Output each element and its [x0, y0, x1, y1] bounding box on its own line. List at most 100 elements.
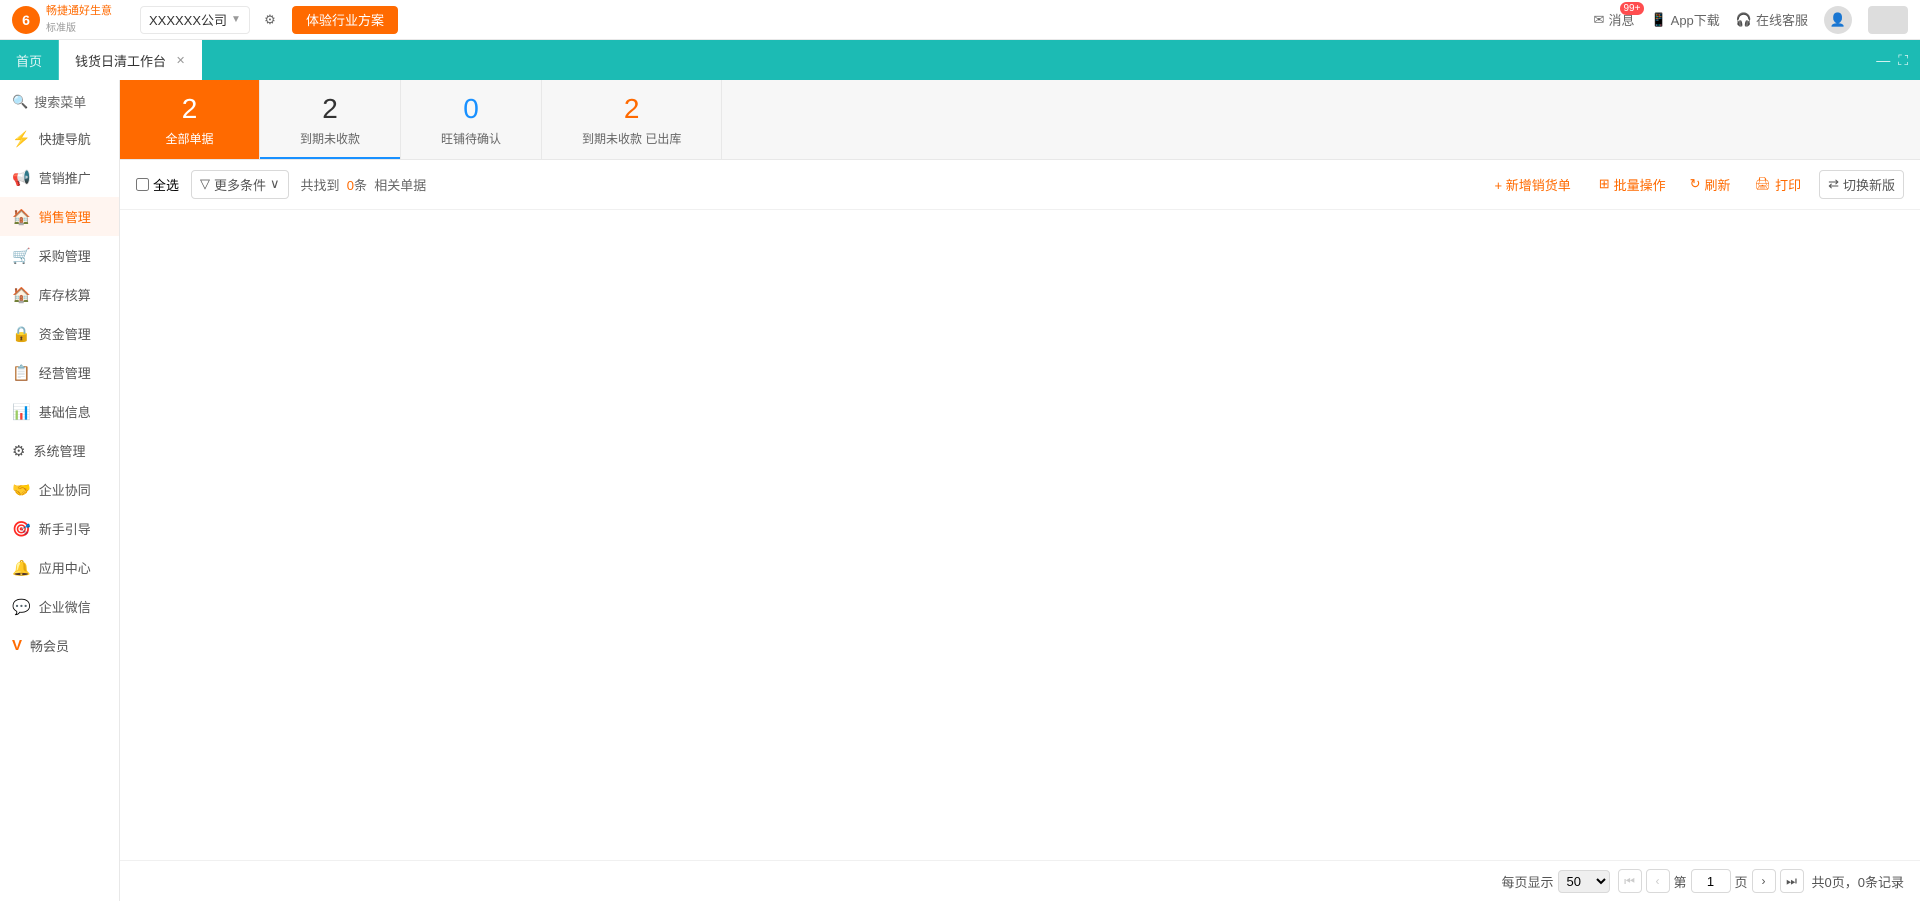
wechat-icon: 💬: [12, 598, 31, 616]
sidebar-item-wechat[interactable]: 💬 企业微信: [0, 587, 119, 626]
settings-button[interactable]: ⚙: [256, 6, 284, 34]
sidebar-item-enterprise[interactable]: 🤝 企业协同: [0, 470, 119, 509]
pagination-bar: 每页显示 50 100 ⏮ ‹ 第 页 › ⏭ 共0页，0条记录: [120, 860, 1920, 901]
sidebar-item-sales[interactable]: 🏠 销售管理: [0, 197, 119, 236]
sidebar-item-inventory[interactable]: 🏠 库存核算: [0, 275, 119, 314]
header-right: ✉ 消息 99+ 📱 App下载 🎧 在线客服 👤: [1594, 6, 1908, 34]
page-label: 第: [1674, 872, 1687, 891]
sidebar-item-purchase[interactable]: 🛒 采购管理: [0, 236, 119, 275]
next-page-button[interactable]: ›: [1752, 869, 1776, 893]
first-page-button[interactable]: ⏮: [1618, 869, 1642, 893]
guide-icon: 🎯: [12, 520, 31, 538]
tab-minimize-icon[interactable]: —: [1876, 52, 1890, 68]
chevron-down-icon: ▼: [231, 14, 241, 25]
tab-bar-actions: — ⛶: [1876, 52, 1920, 69]
toolbar: 全选 ▽ 更多条件 ∨ 共找到 0条 条相关单据 相关单据 + 新增销货单: [120, 160, 1920, 210]
chevron-icon: ∨: [270, 176, 280, 192]
toolbar-left: 全选 ▽ 更多条件 ∨ 共找到 0条 条相关单据 相关单据: [136, 170, 1472, 199]
stat-tab-all[interactable]: 2 全部单据: [120, 80, 260, 159]
sidebar-item-marketing[interactable]: 📢 营销推广: [0, 158, 119, 197]
new-sale-button[interactable]: + 新增销货单: [1484, 171, 1580, 198]
sales-icon: 🏠: [12, 208, 31, 226]
select-all-checkbox[interactable]: 全选: [136, 175, 179, 194]
batch-icon: ⊞: [1599, 176, 1610, 192]
stat-count-overdue: 2: [322, 92, 338, 126]
online-service-label: 在线客服: [1756, 10, 1808, 29]
stat-tab-overdue-shipped[interactable]: 2 到期未收款 已出库: [542, 80, 722, 159]
company-name: XXXXXX公司: [149, 10, 227, 29]
online-service-button[interactable]: 🎧 在线客服: [1736, 10, 1808, 29]
sidebar-item-appstore[interactable]: 🔔 应用中心: [0, 548, 119, 587]
content-area: 2 全部单据 2 到期未收款 0 旺铺待确认 2 到期未收款 已出库: [120, 80, 1920, 901]
stat-count-pending: 0: [463, 92, 479, 126]
toolbar-right: + 新增销货单 ⊞ 批量操作 ↻ 刷新 🖨 打印 ⇄: [1484, 170, 1904, 199]
sidebar-item-quick-nav[interactable]: ⚡ 快捷导航: [0, 119, 119, 158]
guide-label: 新手引导: [39, 519, 91, 538]
filter-button[interactable]: ▽ 更多条件 ∨: [191, 170, 289, 199]
logo-area: 6 畅捷通好生意 标准版: [12, 5, 132, 33]
inventory-label: 库存核算: [39, 285, 91, 304]
stat-count-overdue-shipped: 2: [624, 92, 640, 126]
page-input[interactable]: [1691, 869, 1731, 893]
user-icon: 👤: [1830, 12, 1846, 28]
empty-placeholder: [136, 210, 1904, 860]
switch-version-button[interactable]: ⇄ 切换新版: [1819, 170, 1904, 199]
stat-count-all: 2: [182, 92, 198, 126]
tab-maximize-icon[interactable]: ⛶: [1898, 52, 1908, 69]
sidebar-item-basic[interactable]: 📊 基础信息: [0, 392, 119, 431]
stat-tab-pending[interactable]: 0 旺铺待确认: [401, 80, 542, 159]
enterprise-icon: 🤝: [12, 481, 31, 499]
sidebar-item-member[interactable]: V 畅会员: [0, 626, 119, 665]
app-title: 畅捷通好生意: [46, 5, 112, 18]
sidebar-search[interactable]: 🔍 搜索菜单: [0, 84, 119, 119]
user-name-area[interactable]: [1868, 6, 1908, 34]
last-page-button[interactable]: ⏭: [1780, 869, 1804, 893]
stat-tab-overdue[interactable]: 2 到期未收款: [260, 80, 401, 159]
purchase-label: 采购管理: [39, 246, 91, 265]
sidebar-item-operations[interactable]: 📋 经营管理: [0, 353, 119, 392]
sidebar: 🔍 搜索菜单 ⚡ 快捷导航 📢 营销推广 🏠 销售管理 🛒 采购管理 🏠 库存核…: [0, 80, 120, 901]
sidebar-item-finance[interactable]: 🔒 资金管理: [0, 314, 119, 353]
select-all-label: 全选: [153, 175, 179, 194]
tab-cash-flow[interactable]: 钱货日清工作台 ✕: [59, 40, 202, 80]
company-selector[interactable]: XXXXXX公司 ▼: [140, 6, 250, 34]
refresh-button[interactable]: ↻ 刷新: [1684, 171, 1737, 198]
message-button[interactable]: ✉ 消息 99+: [1594, 10, 1635, 29]
marketing-label: 营销推广: [39, 168, 91, 187]
per-page-label: 每页显示: [1501, 872, 1553, 891]
sales-label: 销售管理: [39, 207, 91, 226]
app-download-label: App下载: [1671, 10, 1720, 29]
page-navigation: ⏮ ‹ 第 页 › ⏭: [1618, 869, 1804, 893]
tab-close-icon[interactable]: ✕: [176, 54, 185, 67]
table-area: [120, 210, 1920, 860]
basic-icon: 📊: [12, 403, 31, 421]
refresh-icon: ↻: [1690, 176, 1701, 192]
top-header: 6 畅捷通好生意 标准版 XXXXXX公司 ▼ ⚙ 体验行业方案 ✉ 消息 99…: [0, 0, 1920, 40]
print-button[interactable]: 🖨 打印: [1749, 171, 1808, 198]
quick-nav-label: 快捷导航: [39, 129, 91, 148]
appstore-icon: 🔔: [12, 559, 31, 577]
message-badge: 99+: [1620, 2, 1645, 15]
print-icon: 🖨: [1755, 176, 1772, 192]
sidebar-item-guide[interactable]: 🎯 新手引导: [0, 509, 119, 548]
sidebar-item-system[interactable]: ⚙ 系统管理: [0, 431, 119, 470]
content-inner: 2 全部单据 2 到期未收款 0 旺铺待确认 2 到期未收款 已出库: [120, 80, 1920, 901]
wechat-label: 企业微信: [39, 597, 91, 616]
app-download-button[interactable]: 📱 App下载: [1650, 10, 1719, 29]
trial-button[interactable]: 体验行业方案: [292, 6, 398, 34]
batch-operation-button[interactable]: ⊞ 批量操作: [1593, 171, 1672, 198]
app-logo: 6: [12, 6, 40, 34]
avatar[interactable]: 👤: [1824, 6, 1852, 34]
select-all-input[interactable]: [136, 178, 149, 191]
tab-home[interactable]: 首页: [0, 40, 59, 80]
operations-label: 经营管理: [39, 363, 91, 382]
per-page-select[interactable]: 50 100: [1558, 870, 1610, 893]
inventory-icon: 🏠: [12, 286, 31, 304]
stat-label-all: 全部单据: [165, 130, 213, 147]
app-subtitle: 标准版: [46, 19, 112, 34]
message-icon: ✉: [1594, 12, 1605, 28]
marketing-icon: 📢: [12, 169, 31, 187]
finance-label: 资金管理: [39, 324, 91, 343]
prev-page-button[interactable]: ‹: [1646, 869, 1670, 893]
switch-icon: ⇄: [1828, 176, 1839, 192]
